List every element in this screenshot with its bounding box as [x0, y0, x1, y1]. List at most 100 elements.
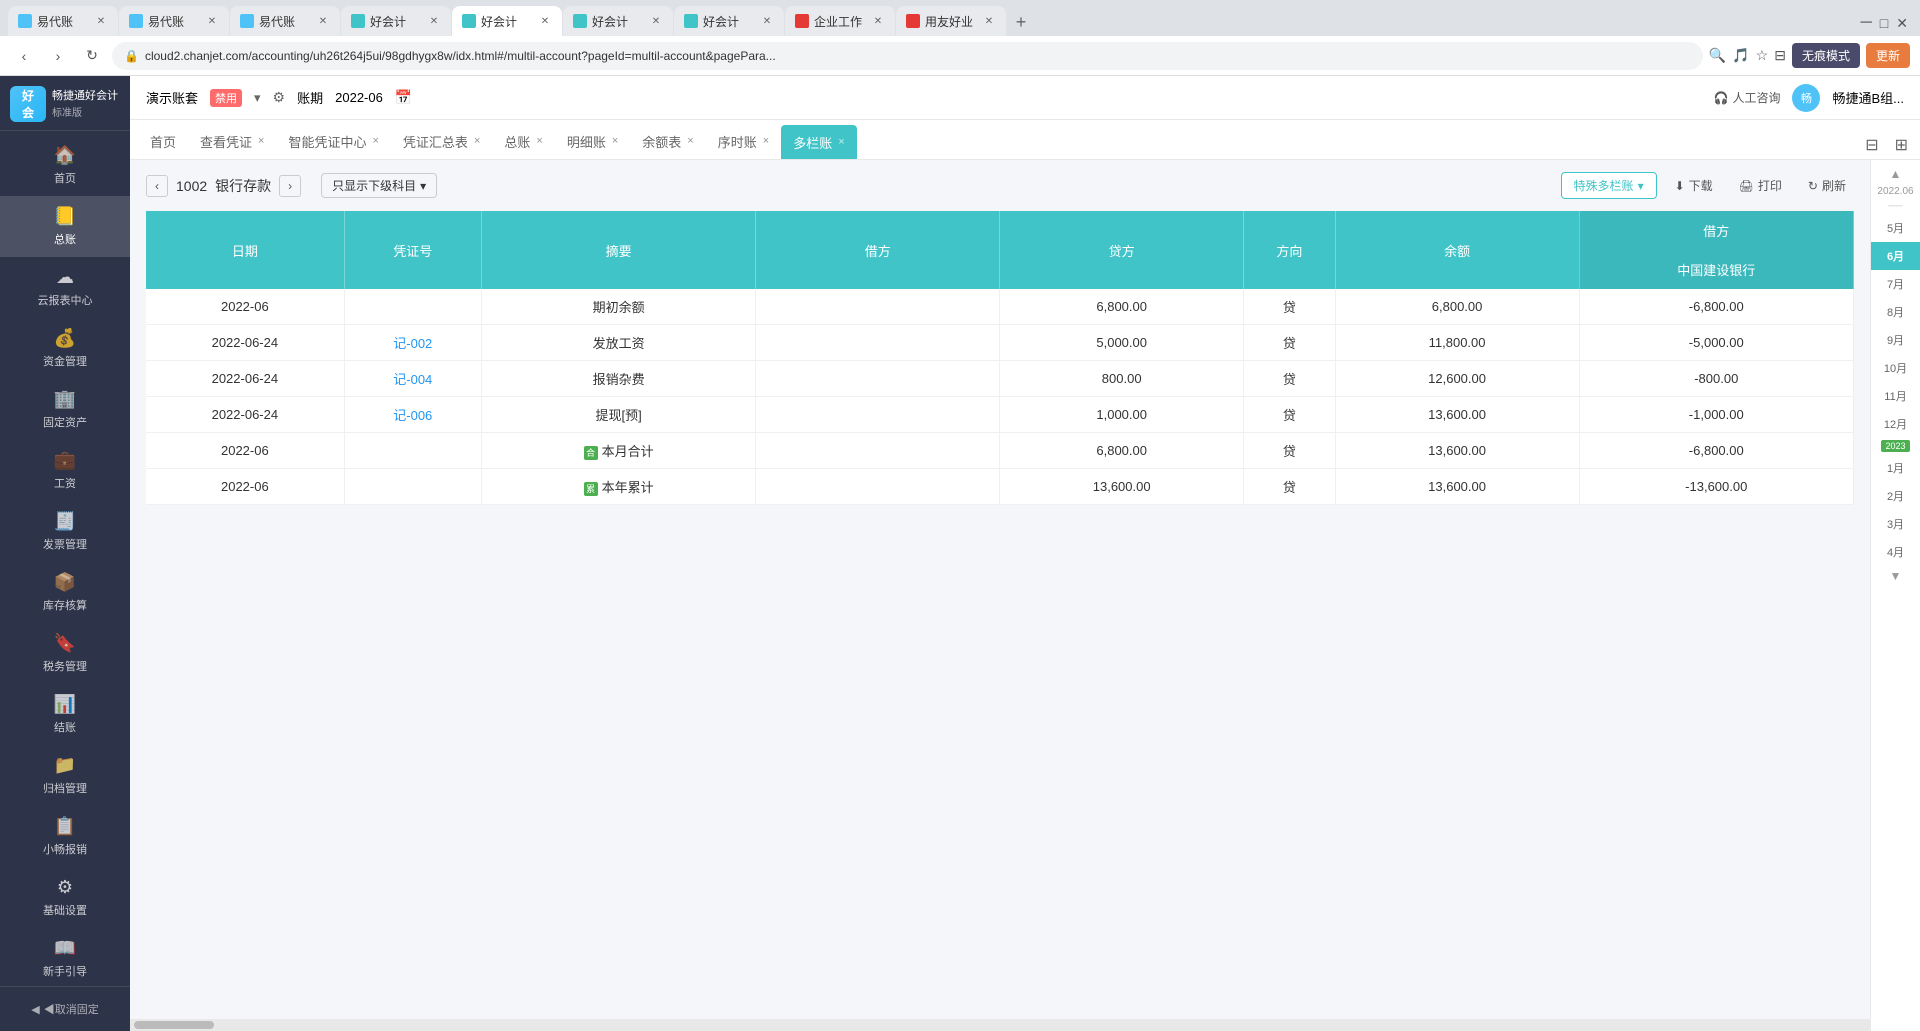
bookmark-icon[interactable]: ☆ — [1756, 47, 1769, 64]
close-window-button[interactable]: ✕ — [1896, 15, 1908, 32]
calendar-month-2023-03[interactable]: 3月 — [1871, 510, 1920, 538]
page-tab-voucher-summary-close[interactable]: × — [474, 135, 480, 147]
tab-6-close[interactable]: ✕ — [649, 14, 663, 28]
browser-tab-1[interactable]: 易代账 ✕ — [8, 6, 118, 36]
page-tab-multi-col-close[interactable]: × — [838, 136, 844, 148]
sidebar-item-expense[interactable]: 📋 小畅报销 — [0, 806, 130, 867]
multi-col-button[interactable]: 特殊多栏账 ▾ — [1561, 172, 1657, 199]
download-button[interactable]: ⬇ 下载 — [1667, 173, 1721, 198]
page-tab-detail-ledger[interactable]: 明细账 × — [555, 125, 630, 159]
page-tab-smart-voucher-close[interactable]: × — [372, 135, 378, 147]
consult-button[interactable]: 🎧 人工咨询 — [1714, 89, 1781, 106]
browser-tab-8[interactable]: 企业工作 ✕ — [785, 6, 895, 36]
sidebar-item-payroll[interactable]: 💼 工资 — [0, 440, 130, 501]
voucher-link-002[interactable]: 记-002 — [393, 336, 432, 351]
calendar-month-2022-05[interactable]: 5月 — [1871, 214, 1920, 242]
tab-4-close[interactable]: ✕ — [427, 14, 441, 28]
maximize-button[interactable]: □ — [1880, 15, 1888, 31]
sidebar-item-guide[interactable]: 📖 新手引导 — [0, 928, 130, 986]
page-tab-journal[interactable]: 序时账 × — [706, 125, 781, 159]
sidebar-item-cloud-report[interactable]: ☁ 云报表中心 — [0, 257, 130, 318]
row4-summary: 提现[预] — [481, 397, 755, 433]
page-tab-multi-col[interactable]: 多栏账 × — [781, 125, 856, 159]
page-tab-home[interactable]: 首页 — [138, 125, 188, 159]
demo-badge-dropdown[interactable]: ▾ — [254, 90, 261, 106]
search-icon[interactable]: 🔍 — [1709, 47, 1726, 64]
page-tab-detail-ledger-close[interactable]: × — [612, 135, 618, 147]
calendar-month-2023-04[interactable]: 4月 — [1871, 538, 1920, 566]
calendar-month-2022-07[interactable]: 7月 — [1871, 270, 1920, 298]
print-button[interactable]: 🖨 打印 — [1731, 173, 1790, 198]
calendar-scroll-up[interactable]: ▲ — [1881, 164, 1911, 184]
browser-tab-4[interactable]: 好会计 ✕ — [341, 6, 451, 36]
update-button[interactable]: 更新 — [1866, 43, 1910, 68]
sidebar-item-finance[interactable]: 💰 资金管理 — [0, 318, 130, 379]
calendar-month-2022-08[interactable]: 8月 — [1871, 298, 1920, 326]
tab-7-close[interactable]: ✕ — [760, 14, 774, 28]
tab-8-close[interactable]: ✕ — [871, 14, 885, 28]
account-prev-button[interactable]: ‹ — [146, 175, 168, 197]
media-icon[interactable]: 🎵 — [1732, 47, 1749, 64]
refresh-button[interactable]: ↻ 刷新 — [1800, 173, 1854, 198]
tab-9-close[interactable]: ✕ — [982, 14, 996, 28]
incognito-button[interactable]: 无痕模式 — [1792, 43, 1860, 68]
page-tab-voucher[interactable]: 查看凭证 × — [188, 125, 276, 159]
page-tab-journal-close[interactable]: × — [763, 135, 769, 147]
calendar-scroll-down[interactable]: ▼ — [1881, 566, 1911, 586]
row2-voucher[interactable]: 记-002 — [344, 325, 481, 361]
calendar-month-2022-12[interactable]: 12月 — [1871, 410, 1920, 438]
page-tab-voucher-summary[interactable]: 凭证汇总表 × — [391, 125, 492, 159]
page-tab-general-ledger[interactable]: 总账 × — [492, 125, 554, 159]
tab-1-close[interactable]: ✕ — [94, 14, 108, 28]
sidebar-item-tax[interactable]: 🔖 税务管理 — [0, 623, 130, 684]
reload-button[interactable]: ↻ — [78, 42, 106, 70]
sidebar-item-inventory[interactable]: 📦 库存核算 — [0, 562, 130, 623]
tab-2-close[interactable]: ✕ — [205, 14, 219, 28]
voucher-link-006[interactable]: 记-006 — [393, 408, 432, 423]
pin-sidebar-button[interactable]: ◀ ◀取消固定 — [8, 995, 122, 1023]
address-bar[interactable]: 🔒 cloud2.chanjet.com/accounting/uh26t264… — [112, 42, 1703, 70]
calendar-month-2022-10[interactable]: 10月 — [1871, 354, 1920, 382]
browser-tab-3[interactable]: 易代账 ✕ — [230, 6, 340, 36]
calendar-month-2022-11[interactable]: 11月 — [1871, 382, 1920, 410]
settings-gear-icon[interactable]: ⚙ — [273, 89, 286, 106]
sidebar-item-close-account[interactable]: 📊 结账 — [0, 684, 130, 745]
sidebar-toggle-icon[interactable]: ⊟ — [1774, 47, 1786, 64]
forward-button[interactable]: › — [44, 42, 72, 70]
calendar-month-2022-09[interactable]: 9月 — [1871, 326, 1920, 354]
page-tab-general-ledger-close[interactable]: × — [536, 135, 542, 147]
sidebar-item-invoice[interactable]: 🧾 发票管理 — [0, 501, 130, 562]
row3-voucher[interactable]: 记-004 — [344, 361, 481, 397]
new-tab-button[interactable]: + — [1007, 8, 1035, 36]
expand-tab-button[interactable]: ⊞ — [1891, 131, 1912, 159]
calendar-month-2023-01[interactable]: 1月 — [1871, 454, 1920, 482]
browser-tab-6[interactable]: 好会计 ✕ — [563, 6, 673, 36]
browser-tab-7[interactable]: 好会计 ✕ — [674, 6, 784, 36]
minimize-button[interactable]: ─ — [1860, 14, 1871, 32]
sidebar-item-settings[interactable]: ⚙ 基础设置 — [0, 867, 130, 928]
sidebar-item-assets[interactable]: 🏢 固定资产 — [0, 379, 130, 440]
back-button[interactable]: ‹ — [10, 42, 38, 70]
browser-tab-9[interactable]: 用友好业 ✕ — [896, 6, 1006, 36]
calendar-month-2022-06[interactable]: 6月 — [1871, 242, 1920, 270]
tab-3-close[interactable]: ✕ — [316, 14, 330, 28]
voucher-link-004[interactable]: 记-004 — [393, 372, 432, 387]
page-tab-balance[interactable]: 余额表 × — [630, 125, 705, 159]
scrollbar-thumb[interactable] — [134, 1021, 214, 1029]
page-tab-balance-close[interactable]: × — [687, 135, 693, 147]
collapse-tab-button[interactable]: ⊟ — [1861, 131, 1882, 159]
horizontal-scrollbar[interactable] — [130, 1019, 1870, 1031]
page-tab-voucher-close[interactable]: × — [258, 135, 264, 147]
tab-5-close[interactable]: ✕ — [538, 14, 552, 28]
calendar-icon[interactable]: 📅 — [395, 89, 412, 106]
browser-tab-2[interactable]: 易代账 ✕ — [119, 6, 229, 36]
browser-tab-5[interactable]: 好会计 ✕ — [452, 6, 562, 36]
account-next-button[interactable]: › — [279, 175, 301, 197]
sidebar-item-archive[interactable]: 📁 归档管理 — [0, 745, 130, 806]
sidebar-item-home[interactable]: 🏠 首页 — [0, 135, 130, 196]
calendar-month-2023-02[interactable]: 2月 — [1871, 482, 1920, 510]
sidebar-item-ledger[interactable]: 📒 总账 — [0, 196, 130, 257]
sub-account-toggle[interactable]: 只显示下级科目 ▾ — [321, 173, 437, 198]
row4-voucher[interactable]: 记-006 — [344, 397, 481, 433]
page-tab-smart-voucher[interactable]: 智能凭证中心 × — [276, 125, 390, 159]
